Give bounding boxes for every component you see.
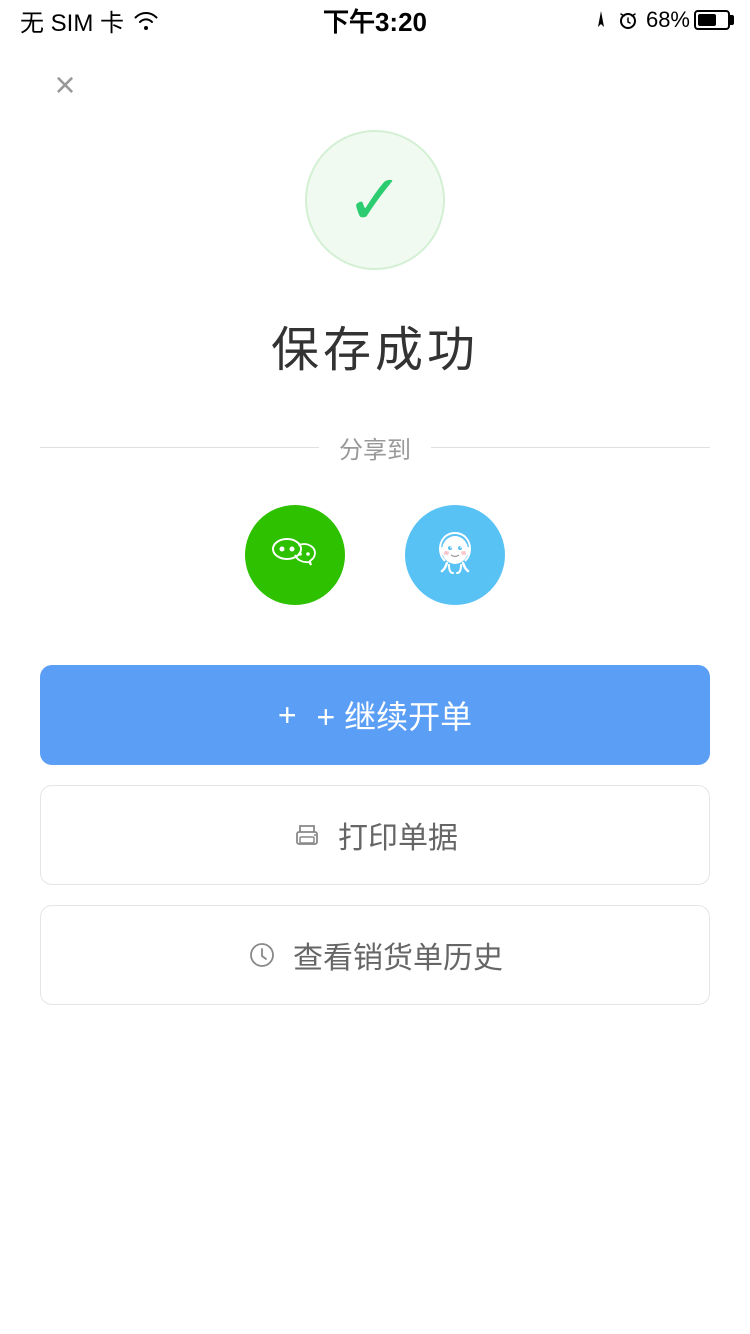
wifi-icon bbox=[132, 10, 160, 30]
close-icon: × bbox=[54, 67, 75, 103]
success-icon-circle: ✓ bbox=[305, 130, 445, 270]
history-label: 查看销货单历史 bbox=[293, 933, 503, 977]
print-label: 打印单据 bbox=[338, 813, 458, 857]
continue-label: + 继续开单 bbox=[317, 692, 473, 738]
share-section: 分享到 bbox=[40, 430, 710, 605]
share-label: 分享到 bbox=[339, 430, 411, 465]
status-bar: 无 SIM 卡 下午3:20 68% bbox=[0, 0, 750, 40]
wechat-share-button[interactable] bbox=[245, 505, 345, 605]
printer-icon bbox=[292, 820, 322, 850]
main-content: × ✓ 保存成功 分享到 bbox=[0, 40, 750, 1045]
wechat-icon bbox=[265, 525, 325, 585]
buttons-section: + + 继续开单 打印单据 查看销货单历史 bbox=[40, 665, 710, 1005]
status-left: 无 SIM 卡 bbox=[20, 3, 160, 38]
alarm-icon bbox=[618, 10, 638, 30]
qq-icon bbox=[425, 525, 485, 585]
carrier-text: 无 SIM 卡 bbox=[20, 3, 124, 38]
qq-share-button[interactable] bbox=[405, 505, 505, 605]
success-title: 保存成功 bbox=[271, 310, 479, 380]
divider-left bbox=[40, 447, 319, 448]
plus-icon: + bbox=[278, 697, 297, 734]
location-icon bbox=[592, 10, 610, 30]
battery-fill bbox=[698, 14, 716, 26]
close-button[interactable]: × bbox=[40, 60, 90, 110]
battery-indicator: 68% bbox=[646, 7, 730, 33]
share-divider-row: 分享到 bbox=[40, 430, 710, 465]
checkmark-icon: ✓ bbox=[346, 165, 405, 235]
share-icons-row bbox=[245, 505, 505, 605]
history-button[interactable]: 查看销货单历史 bbox=[40, 905, 710, 1005]
history-icon bbox=[247, 940, 277, 970]
divider-right bbox=[431, 447, 710, 448]
battery-shape bbox=[694, 10, 730, 30]
battery-percent: 68% bbox=[646, 7, 690, 33]
print-button[interactable]: 打印单据 bbox=[40, 785, 710, 885]
status-time: 下午3:20 bbox=[323, 2, 427, 39]
status-right: 68% bbox=[592, 7, 730, 33]
continue-button[interactable]: + + 继续开单 bbox=[40, 665, 710, 765]
